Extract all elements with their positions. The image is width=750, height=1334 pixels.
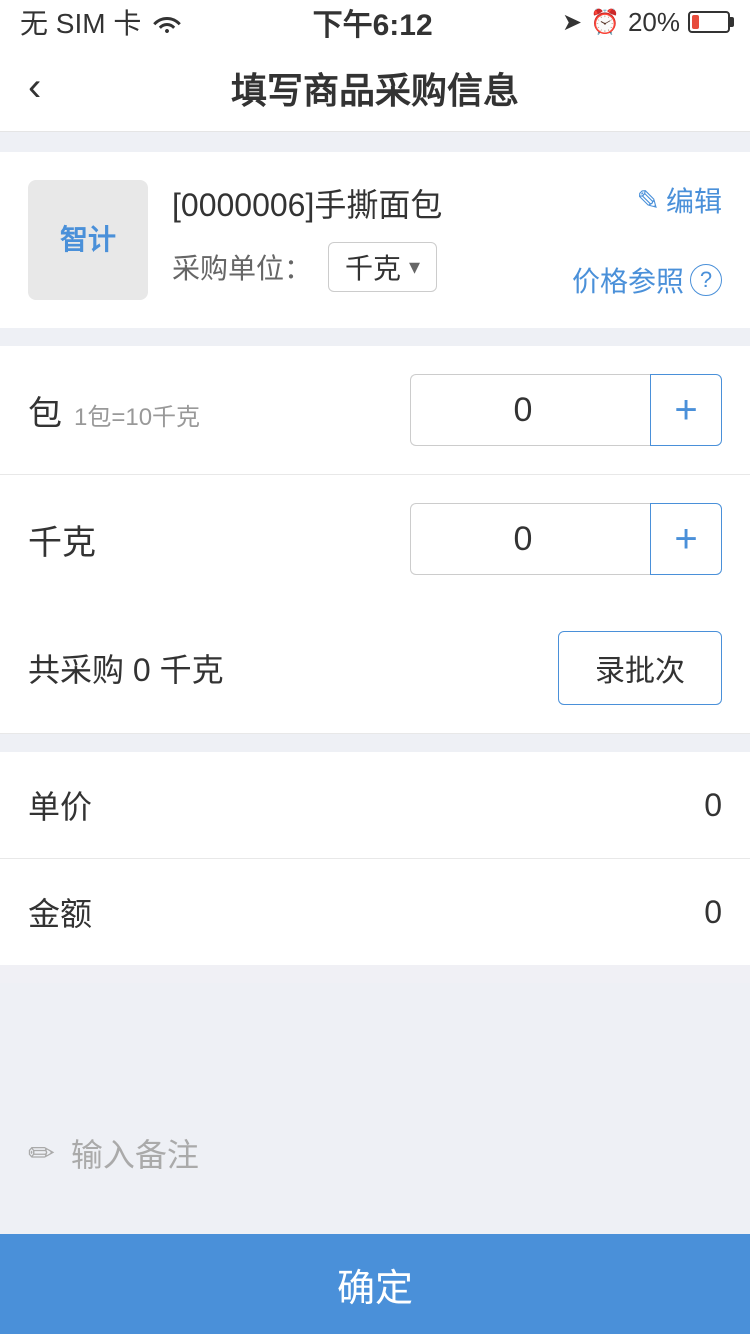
bao-row: 包 1包=10千克 + [0, 346, 750, 475]
kg-label-text: 千克 [28, 515, 96, 564]
product-card: 智计 [0000006]手撕面包 采购单位： 千克 ▾ ✎ 编辑 价格参照 ? [0, 152, 750, 328]
battery-percent: 20% [628, 7, 680, 38]
edit-button[interactable]: ✎ 编辑 [637, 180, 722, 220]
confirm-button[interactable]: 确定 [0, 1234, 750, 1334]
bao-label: 包 1包=10千克 [28, 386, 200, 435]
product-logo: 智计 [60, 223, 116, 257]
kg-input-right: + [410, 503, 722, 575]
unit-dropdown[interactable]: 千克 ▾ [328, 242, 437, 292]
remark-placeholder: 输入备注 [71, 1130, 199, 1176]
bao-label-text: 包 [28, 386, 62, 435]
kg-plus-button[interactable]: + [650, 503, 722, 575]
status-right: ➤ ⏰ 20% [562, 7, 730, 38]
status-bar: 无 SIM 卡 下午6:12 ➤ ⏰ 20% [0, 0, 750, 44]
section-separator-1 [0, 328, 750, 346]
kg-label: 千克 [28, 515, 96, 564]
help-icon: ? [690, 264, 722, 296]
unit-price-label: 单价 [28, 782, 92, 828]
amount-label: 金额 [28, 889, 92, 935]
chevron-down-icon: ▾ [409, 254, 420, 280]
kg-quantity-input[interactable] [410, 503, 650, 575]
bao-quantity-input[interactable] [410, 374, 650, 446]
product-thumbnail: 智计 [28, 180, 148, 300]
unit-value: 千克 [345, 247, 401, 287]
sim-label: 无 SIM 卡 [20, 2, 141, 42]
nav-bar: ‹ 填写商品采购信息 [0, 44, 750, 132]
price-ref-label: 价格参照 [572, 260, 684, 300]
back-button[interactable]: ‹ [28, 65, 41, 110]
total-row: 共采购 0 千克 录批次 [0, 603, 750, 734]
amount-row: 金额 0 [0, 859, 750, 965]
edit-icon: ✎ [637, 184, 660, 217]
unit-price-row: 单价 0 [0, 752, 750, 859]
bao-plus-button[interactable]: + [650, 374, 722, 446]
total-label: 共采购 0 千克 [28, 645, 224, 691]
section-separator-2 [0, 734, 750, 752]
status-left: 无 SIM 卡 [20, 2, 183, 42]
unit-price-value: 0 [704, 787, 722, 824]
bao-sub-label: 1包=10千克 [74, 397, 200, 432]
navigation-icon: ➤ [562, 8, 582, 37]
unit-label: 采购单位： [172, 247, 312, 287]
price-ref-button[interactable]: 价格参照 ? [572, 260, 722, 300]
pencil-icon: ✏ [28, 1134, 55, 1172]
kg-row: 千克 + [0, 475, 750, 603]
alarm-icon: ⏰ [590, 8, 620, 37]
amount-value: 0 [704, 894, 722, 931]
record-batch-button[interactable]: 录批次 [558, 631, 722, 705]
quantity-section: 包 1包=10千克 + 千克 + [0, 346, 750, 603]
status-time: 下午6:12 [313, 0, 433, 44]
bao-input-right: + [410, 374, 722, 446]
price-section: 单价 0 金额 0 [0, 752, 750, 965]
back-icon: ‹ [28, 65, 41, 110]
top-divider [0, 132, 750, 152]
wifi-icon [151, 11, 183, 33]
page-title: 填写商品采购信息 [231, 62, 519, 114]
battery-icon [688, 11, 730, 33]
edit-label: 编辑 [666, 180, 722, 220]
